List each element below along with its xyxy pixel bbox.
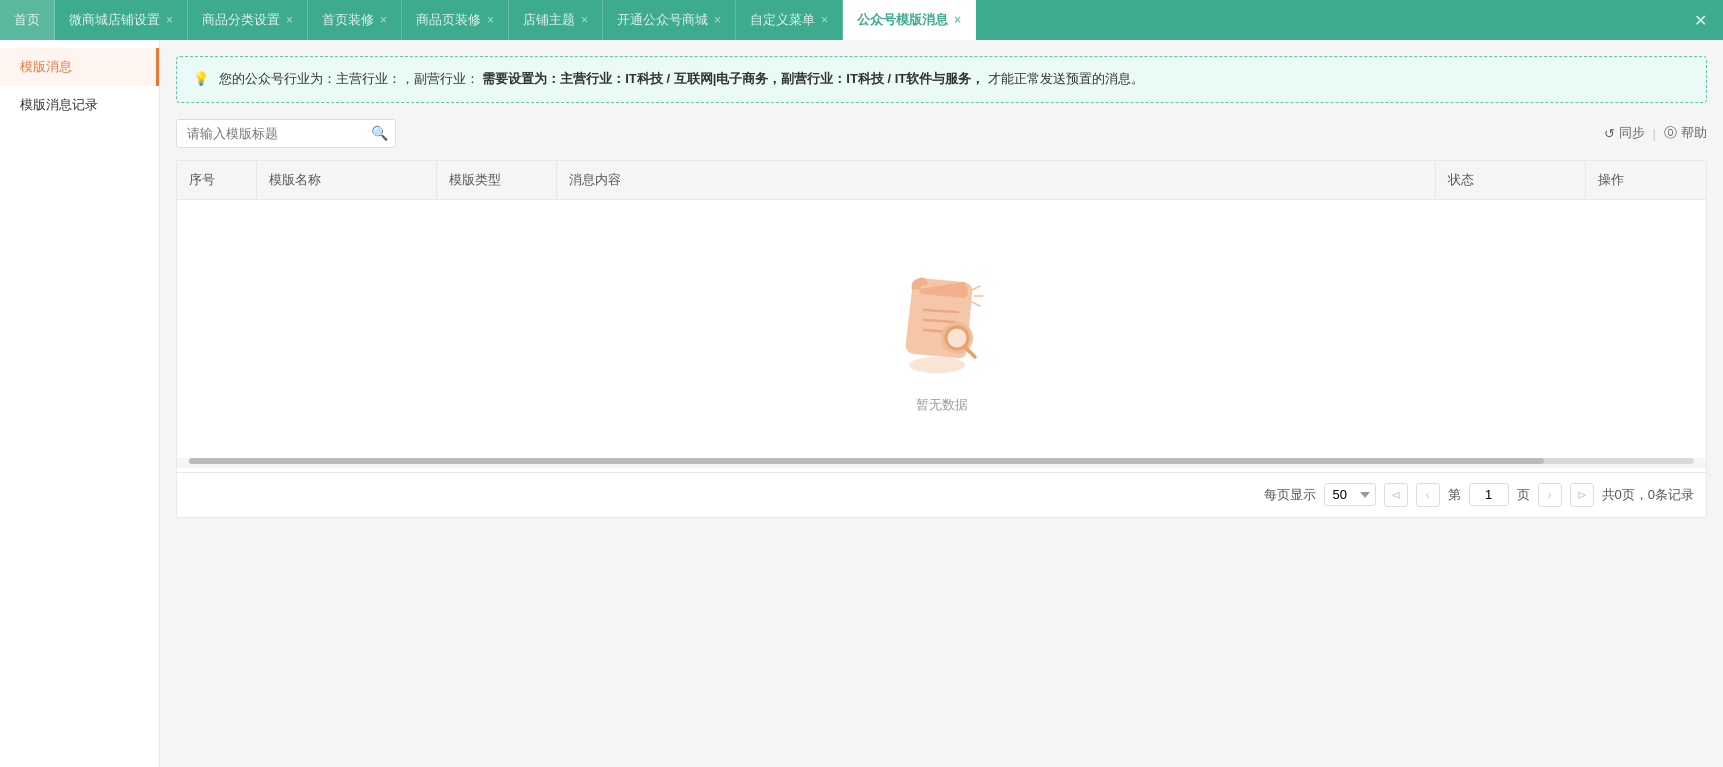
tab-menu-label: 自定义菜单 [750,11,815,29]
help-label: 帮助 [1681,124,1707,142]
th-type: 模版类型 [437,161,557,199]
tab-product-label: 商品页装修 [416,11,481,29]
tab-mall[interactable]: 开通公众号商城 × [603,0,736,40]
tab-theme-label: 店铺主题 [523,11,575,29]
th-action: 操作 [1586,161,1706,199]
tab-homepage-close[interactable]: × [380,13,387,27]
search-bar: 🔍 ↺ 同步 | ⓪ 帮助 [176,119,1707,148]
main-content: 💡 您的公众号行业为：主营行业：，副营行业： 需要设置为：主营行业：IT科技 /… [160,40,1723,767]
help-button[interactable]: ⓪ 帮助 [1664,124,1707,142]
notice-box: 💡 您的公众号行业为：主营行业：，副营行业： 需要设置为：主营行业：IT科技 /… [176,56,1707,103]
bulb-icon: 💡 [193,71,209,86]
tab-homepage-label: 首页装修 [322,11,374,29]
sync-button[interactable]: ↺ 同步 [1604,124,1645,142]
tab-category-close[interactable]: × [286,13,293,27]
th-index: 序号 [177,161,257,199]
first-page-button[interactable]: ⊲ [1384,483,1408,507]
tab-home[interactable]: 首页 [0,0,55,40]
notice-suffix: 才能正常发送预置的消息。 [988,71,1144,86]
scrollbar-track [189,458,1694,464]
search-right: ↺ 同步 | ⓪ 帮助 [1604,124,1707,142]
tab-product-close[interactable]: × [487,13,494,27]
data-table: 序号 模版名称 模版类型 消息内容 状态 操作 [176,160,1707,518]
help-icon: ⓪ [1664,124,1677,142]
notice-prefix: 您的公众号行业为：主营行业：，副营行业： [219,71,479,86]
svg-line-8 [972,286,980,290]
th-content: 消息内容 [557,161,1436,199]
current-page-input[interactable] [1469,483,1509,506]
sync-icon: ↺ [1604,126,1615,141]
th-status: 状态 [1436,161,1586,199]
tab-home-label: 首页 [14,11,40,29]
empty-state: 暂无数据 [177,200,1706,454]
sidebar-item-template-log-label: 模版消息记录 [20,97,98,112]
search-input-wrap: 🔍 [176,119,396,148]
svg-line-10 [972,302,980,306]
sync-label: 同步 [1619,124,1645,142]
empty-illustration [882,260,1002,380]
tab-weshop-label: 微商城店铺设置 [69,11,160,29]
svg-point-0 [909,357,965,373]
tab-theme[interactable]: 店铺主题 × [509,0,603,40]
search-left: 🔍 [176,119,396,148]
notice-highlight: 需要设置为：主营行业：IT科技 / 互联网|电子商务，副营行业：IT科技 / I… [482,71,984,86]
page-unit-label: 页 [1517,486,1530,504]
tab-template-label: 公众号模版消息 [857,11,948,29]
tab-category-label: 商品分类设置 [202,11,280,29]
tab-homepage[interactable]: 首页装修 × [308,0,402,40]
sidebar-item-template-msg[interactable]: 模版消息 [0,48,159,86]
tab-mall-close[interactable]: × [714,13,721,27]
tab-template-close[interactable]: × [954,13,961,27]
sidebar-item-template-msg-label: 模版消息 [20,59,72,74]
tab-menu-close[interactable]: × [821,13,828,27]
tab-mall-label: 开通公众号商城 [617,11,708,29]
search-input[interactable] [176,119,396,148]
th-name: 模版名称 [257,161,437,199]
sidebar: 模版消息 模版消息记录 [0,40,160,767]
next-page-button[interactable]: › [1538,483,1562,507]
page-size-select[interactable]: 10 20 50 100 [1324,483,1376,506]
horizontal-scrollbar[interactable] [177,458,1706,468]
sidebar-item-template-log[interactable]: 模版消息记录 [0,86,159,124]
scrollbar-thumb[interactable] [189,458,1544,464]
table-header: 序号 模版名称 模版类型 消息内容 状态 操作 [177,161,1706,200]
tab-menu[interactable]: 自定义菜单 × [736,0,843,40]
pagination: 每页显示 10 20 50 100 ⊲ ‹ 第 页 › ⊳ 共0页，0条记录 [177,472,1706,517]
page-size-label: 每页显示 [1264,486,1316,504]
tab-weshop-close[interactable]: × [166,13,173,27]
main-layout: 模版消息 模版消息记录 💡 您的公众号行业为：主营行业：，副营行业： 需要设置为… [0,40,1723,767]
tab-bar: 首页 微商城店铺设置 × 商品分类设置 × 首页装修 × 商品页装修 × 店铺主… [0,0,1723,40]
prev-page-button[interactable]: ‹ [1416,483,1440,507]
tab-category[interactable]: 商品分类设置 × [188,0,308,40]
tab-weshop[interactable]: 微商城店铺设置 × [55,0,188,40]
last-page-button[interactable]: ⊳ [1570,483,1594,507]
total-label: 共0页，0条记录 [1602,486,1694,504]
tab-template[interactable]: 公众号模版消息 × [843,0,976,40]
global-close-button[interactable]: ✕ [1678,11,1723,30]
page-word-label: 第 [1448,486,1461,504]
divider: | [1653,126,1656,141]
tab-product[interactable]: 商品页装修 × [402,0,509,40]
search-icon[interactable]: 🔍 [371,125,388,141]
tab-theme-close[interactable]: × [581,13,588,27]
empty-text: 暂无数据 [916,396,968,414]
